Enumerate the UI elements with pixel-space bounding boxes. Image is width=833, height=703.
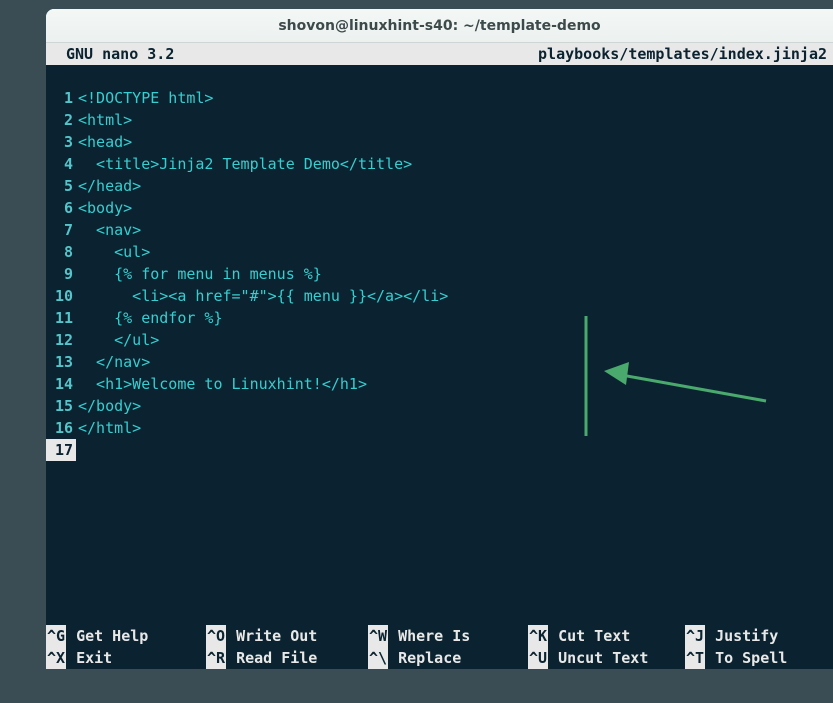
line-number: 5 xyxy=(46,175,76,197)
shortcut-item[interactable]: ^K Cut Text xyxy=(528,625,685,647)
shortcut-item[interactable]: ^O Write Out xyxy=(206,625,368,647)
line-number: 15 xyxy=(46,395,76,417)
line-number: 2 xyxy=(46,109,76,131)
nano-app-name: GNU nano 3.2 xyxy=(46,43,174,65)
line-number: 9 xyxy=(46,263,76,285)
terminal-viewport[interactable]: GNU nano 3.2 playbooks/templates/index.j… xyxy=(46,43,833,669)
shortcut-label: Replace xyxy=(398,647,461,669)
shortcut-key: ^\ xyxy=(368,647,388,669)
shortcut-key: ^U xyxy=(528,647,548,669)
line-number: 14 xyxy=(46,373,76,395)
shortcut-label: Read File xyxy=(236,647,317,669)
code-line[interactable]: </html> xyxy=(78,417,448,439)
shortcut-label: Uncut Text xyxy=(558,647,648,669)
nano-current-file: playbooks/templates/index.jinja2 xyxy=(538,43,833,65)
code-line[interactable]: <title>Jinja2 Template Demo</title> xyxy=(78,153,448,175)
shortcut-key: ^W xyxy=(368,625,388,647)
shortcut-key: ^G xyxy=(46,625,66,647)
line-number: 4 xyxy=(46,153,76,175)
code-line[interactable]: {% for menu in menus %} xyxy=(78,263,448,285)
shortcut-item[interactable]: ^\ Replace xyxy=(368,647,528,669)
shortcut-key: ^T xyxy=(685,647,705,669)
nano-header-bar: GNU nano 3.2 playbooks/templates/index.j… xyxy=(46,43,833,65)
line-number: 3 xyxy=(46,131,76,153)
line-number: 6 xyxy=(46,197,76,219)
line-number: 1 xyxy=(46,87,76,109)
line-number: 7 xyxy=(46,219,76,241)
line-number-gutter: 1234567891011121314151617 xyxy=(46,87,76,461)
line-number: 8 xyxy=(46,241,76,263)
code-line[interactable]: <ul> xyxy=(78,241,448,263)
shortcut-item[interactable]: ^G Get Help xyxy=(46,625,206,647)
code-line[interactable]: <!DOCTYPE html> xyxy=(78,87,448,109)
code-line[interactable]: <body> xyxy=(78,197,448,219)
line-number: 10 xyxy=(46,285,76,307)
shortcut-key: ^X xyxy=(46,647,66,669)
code-line[interactable]: </ul> xyxy=(78,329,448,351)
line-number: 17 xyxy=(46,439,76,461)
line-number: 11 xyxy=(46,307,76,329)
terminal-window: shovon@linuxhint-s40: ~/template-demo GN… xyxy=(46,9,833,669)
code-line[interactable]: </nav> xyxy=(78,351,448,373)
shortcut-item[interactable]: ^R Read File xyxy=(206,647,368,669)
line-number: 16 xyxy=(46,417,76,439)
shortcut-label: Justify xyxy=(715,625,778,647)
shortcut-key: ^J xyxy=(685,625,705,647)
code-line[interactable]: <nav> xyxy=(78,219,448,241)
shortcut-item[interactable]: ^W Where Is xyxy=(368,625,528,647)
shortcut-row: ^G Get Help ^O Write Out ^W Where Is ^K Cut Tex… xyxy=(46,625,833,647)
shortcut-item[interactable]: ^X Exit xyxy=(46,647,206,669)
line-number: 12 xyxy=(46,329,76,351)
code-line[interactable]: <head> xyxy=(78,131,448,153)
shortcut-row: ^X Exit ^R Read File ^\ Replace ^U Uncut Text ^T… xyxy=(46,647,833,669)
code-line[interactable]: {% endfor %} xyxy=(78,307,448,329)
editor-area[interactable]: 1234567891011121314151617 <!DOCTYPE html… xyxy=(46,65,833,461)
code-line[interactable]: <html> xyxy=(78,109,448,131)
shortcut-key: ^O xyxy=(206,625,226,647)
shortcut-label: To Spell xyxy=(715,647,787,669)
shortcut-label: Where Is xyxy=(398,625,470,647)
shortcut-label: Cut Text xyxy=(558,625,630,647)
window-titlebar[interactable]: shovon@linuxhint-s40: ~/template-demo xyxy=(46,9,833,43)
shortcut-label: Exit xyxy=(76,647,112,669)
line-number: 13 xyxy=(46,351,76,373)
window-title: shovon@linuxhint-s40: ~/template-demo xyxy=(278,18,600,34)
shortcut-label: Write Out xyxy=(236,625,317,647)
code-line[interactable] xyxy=(78,439,448,461)
shortcut-item[interactable]: ^J Justify xyxy=(685,625,825,647)
shortcut-item[interactable]: ^T To Spell xyxy=(685,647,825,669)
nano-shortcut-bar: ^G Get Help ^O Write Out ^W Where Is ^K Cut Tex… xyxy=(46,625,833,669)
code-content[interactable]: <!DOCTYPE html><html><head> <title>Jinja… xyxy=(76,87,448,461)
shortcut-label: Get Help xyxy=(76,625,148,647)
code-line[interactable]: </body> xyxy=(78,395,448,417)
code-line[interactable]: <h1>Welcome to Linuxhint!</h1> xyxy=(78,373,448,395)
code-line[interactable]: <li><a href="#">{{ menu }}</a></li> xyxy=(78,285,448,307)
code-line[interactable]: </head> xyxy=(78,175,448,197)
shortcut-item[interactable]: ^U Uncut Text xyxy=(528,647,685,669)
shortcut-key: ^K xyxy=(528,625,548,647)
shortcut-key: ^R xyxy=(206,647,226,669)
